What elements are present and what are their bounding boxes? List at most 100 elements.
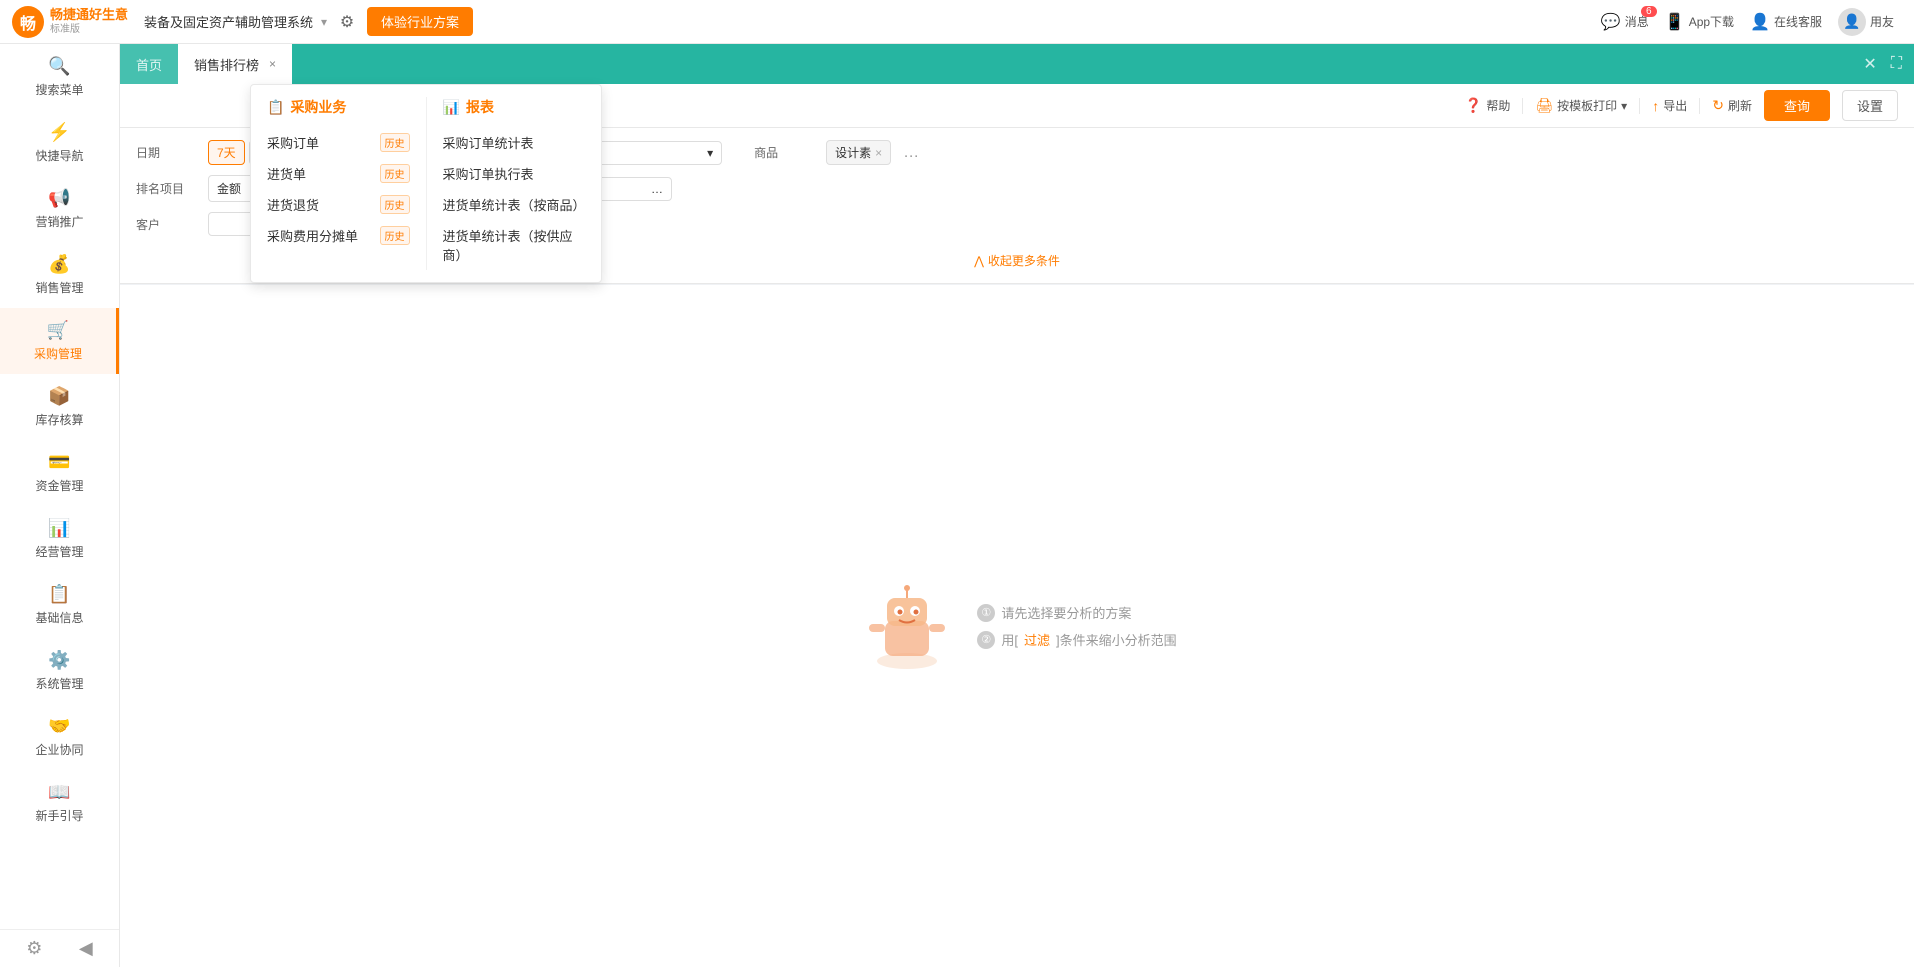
system-title: 装备及固定资产辅助管理系统 [144, 12, 313, 31]
report-section-header: 📊 报表 [443, 97, 586, 117]
empty-hint-2-suffix: ]条件来缩小分析范围 [1056, 630, 1177, 649]
purchase-order-item[interactable]: 采购订单 历史 [267, 127, 410, 158]
app-download-action[interactable]: 📱 App下载 [1665, 12, 1734, 32]
header-mid: 装备及固定资产辅助管理系统 ▾ ⚙ 体验行业方案 [132, 7, 1601, 36]
main-layout: 🔍 搜索菜单 ⚡ 快捷导航 📢 营销推广 💰 销售管理 🛒 采购管理 📦 库存核… [0, 44, 1914, 967]
report-col: 📊 报表 采购订单统计表 采购订单执行表 进货单统计表（按商品） 进货单统计表（… [426, 97, 602, 270]
ranking-select-value: 金额 [217, 180, 241, 197]
sidebar-item-marketing[interactable]: 📢 营销推广 [0, 176, 119, 242]
empty-hint-2-keyword: 过滤 [1024, 630, 1050, 649]
sidebar-item-sales[interactable]: 💰 销售管理 [0, 242, 119, 308]
quick-date-7days[interactable]: 7天 [208, 140, 245, 165]
user-label: 用友 [1870, 13, 1894, 30]
message-icon: 💬 [1601, 12, 1621, 32]
print-arrow-icon[interactable]: ▾ [1621, 99, 1627, 113]
empty-hint-1: 请先选择要分析的方案 [1001, 603, 1131, 622]
print-button[interactable]: 🖨 按模板打印 ▾ [1535, 97, 1627, 114]
service-icon: 👤 [1750, 12, 1770, 32]
tab-maximize-icon[interactable]: ⛶ [1887, 55, 1906, 73]
print-label: 按模板打印 [1557, 97, 1617, 114]
customer-filter-label: 客户 [136, 216, 196, 233]
report-order-stat-label: 采购订单统计表 [443, 133, 534, 152]
help-button[interactable]: ❓ 帮助 [1465, 97, 1510, 114]
empty-state: ① 请先选择要分析的方案 ② 用[过滤]条件来缩小分析范围 [120, 285, 1914, 967]
purchase-section-label: 采购业务 [290, 97, 346, 117]
sidebar-label-inventory: 库存核算 [35, 411, 83, 428]
report-section-icon: 📊 [443, 99, 460, 116]
bottom-settings-icon[interactable]: ⚙ [26, 938, 42, 959]
sidebar-label-enterprise: 企业协同 [35, 741, 83, 758]
tab-sales-ranking[interactable]: 销售排行榜 × [178, 44, 292, 84]
sidebar-label-newbie: 新手引导 [35, 807, 83, 824]
report-instock-supplier-item[interactable]: 进货单统计表（按供应商） [443, 220, 586, 270]
export-icon: ↑ [1652, 98, 1659, 114]
message-action[interactable]: 💬 6 消息 [1601, 12, 1649, 32]
sidebar-item-basic-info[interactable]: 📋 基础信息 [0, 572, 119, 638]
goods-filter-label: 商品 [754, 144, 814, 161]
empty-line-2: ② 用[过滤]条件来缩小分析范围 [977, 630, 1176, 649]
message-badge: 6 [1641, 6, 1657, 17]
sidebar-item-purchase[interactable]: 🛒 采购管理 [0, 308, 119, 374]
sidebar-label-management: 经营管理 [35, 543, 83, 560]
step-num-2: ② [977, 631, 995, 649]
sidebar-bottom: ⚙ ◀ [0, 929, 119, 967]
purchase-instock-hist-badge: 历史 [380, 164, 410, 183]
logo-area: 畅 畅捷通好生意 标准版 [12, 6, 132, 38]
settings-button[interactable]: 设置 [1842, 90, 1898, 121]
goods-tag: 设计素 × [826, 140, 891, 165]
export-button[interactable]: ↑ 导出 [1652, 97, 1687, 114]
user-action[interactable]: 👤 用友 [1838, 8, 1894, 36]
report-order-stat-item[interactable]: 采购订单统计表 [443, 127, 586, 158]
purchase-instock-label: 进货单 [267, 164, 306, 183]
staff-select-arrow-icon: … [651, 182, 663, 196]
system-icon: ⚙️ [48, 650, 70, 671]
sidebar-label-system: 系统管理 [35, 675, 83, 692]
tab-close-icon[interactable]: × [269, 57, 276, 71]
trial-button[interactable]: 体验行业方案 [367, 7, 473, 36]
tab-home[interactable]: 首页 [120, 44, 178, 84]
purchase-expense-item[interactable]: 采购费用分摊单 历史 [267, 220, 410, 251]
bottom-collapse-icon[interactable]: ◀ [79, 938, 93, 959]
sidebar-label-sales: 销售管理 [35, 279, 83, 296]
search-icon: 🔍 [48, 56, 70, 77]
purchase-instock-item[interactable]: 进货单 历史 [267, 158, 410, 189]
goods-ellipsis-btn[interactable]: … [903, 144, 919, 162]
avatar: 👤 [1838, 8, 1866, 36]
dropdown-arrow-icon[interactable]: ▾ [321, 15, 327, 29]
report-section-label: 报表 [466, 97, 494, 117]
tab-home-label: 首页 [136, 55, 162, 74]
purchase-order-label: 采购订单 [267, 133, 319, 152]
robot-svg [857, 576, 957, 676]
help-icon: ❓ [1465, 97, 1482, 114]
goods-tag-close-icon[interactable]: × [875, 146, 882, 160]
report-order-exec-label: 采购订单执行表 [443, 164, 534, 183]
tab-bar: 首页 销售排行榜 × ✕ ⛶ [120, 44, 1914, 84]
report-instock-goods-item[interactable]: 进货单统计表（按商品） [443, 189, 586, 220]
sidebar-item-quicknav[interactable]: ⚡ 快捷导航 [0, 110, 119, 176]
tab-close-window-icon[interactable]: ✕ [1859, 54, 1880, 74]
date-filter-label: 日期 [136, 144, 196, 161]
purchase-return-item[interactable]: 进货退货 历史 [267, 189, 410, 220]
sidebar-item-system[interactable]: ⚙️ 系统管理 [0, 638, 119, 704]
settings-gear-icon[interactable]: ⚙ [335, 10, 359, 34]
basic-info-icon: 📋 [48, 584, 70, 605]
tab-sales-ranking-label: 销售排行榜 [194, 55, 259, 74]
empty-line-1: ① 请先选择要分析的方案 [977, 603, 1176, 622]
sidebar-item-enterprise[interactable]: 🤝 企业协同 [0, 704, 119, 770]
purchase-order-hist-badge: 历史 [380, 133, 410, 152]
report-order-exec-item[interactable]: 采购订单执行表 [443, 158, 586, 189]
sidebar-item-finance[interactable]: 💳 资金管理 [0, 440, 119, 506]
sidebar-label-basic-info: 基础信息 [35, 609, 83, 626]
refresh-button[interactable]: ↻ 刷新 [1712, 97, 1752, 114]
sidebar-item-newbie[interactable]: 📖 新手引导 [0, 770, 119, 836]
newbie-icon: 📖 [48, 782, 70, 803]
sidebar-item-inventory[interactable]: 📦 库存核算 [0, 374, 119, 440]
sidebar-item-management[interactable]: 📊 经营管理 [0, 506, 119, 572]
step-num-1: ① [977, 604, 995, 622]
sidebar-label-marketing: 营销推广 [35, 213, 83, 230]
online-service-action[interactable]: 👤 在线客服 [1750, 12, 1822, 32]
query-button[interactable]: 查询 [1764, 90, 1830, 121]
sidebar-item-search[interactable]: 🔍 搜索菜单 [0, 44, 119, 110]
divider3 [1699, 98, 1700, 114]
enterprise-icon: 🤝 [48, 716, 70, 737]
